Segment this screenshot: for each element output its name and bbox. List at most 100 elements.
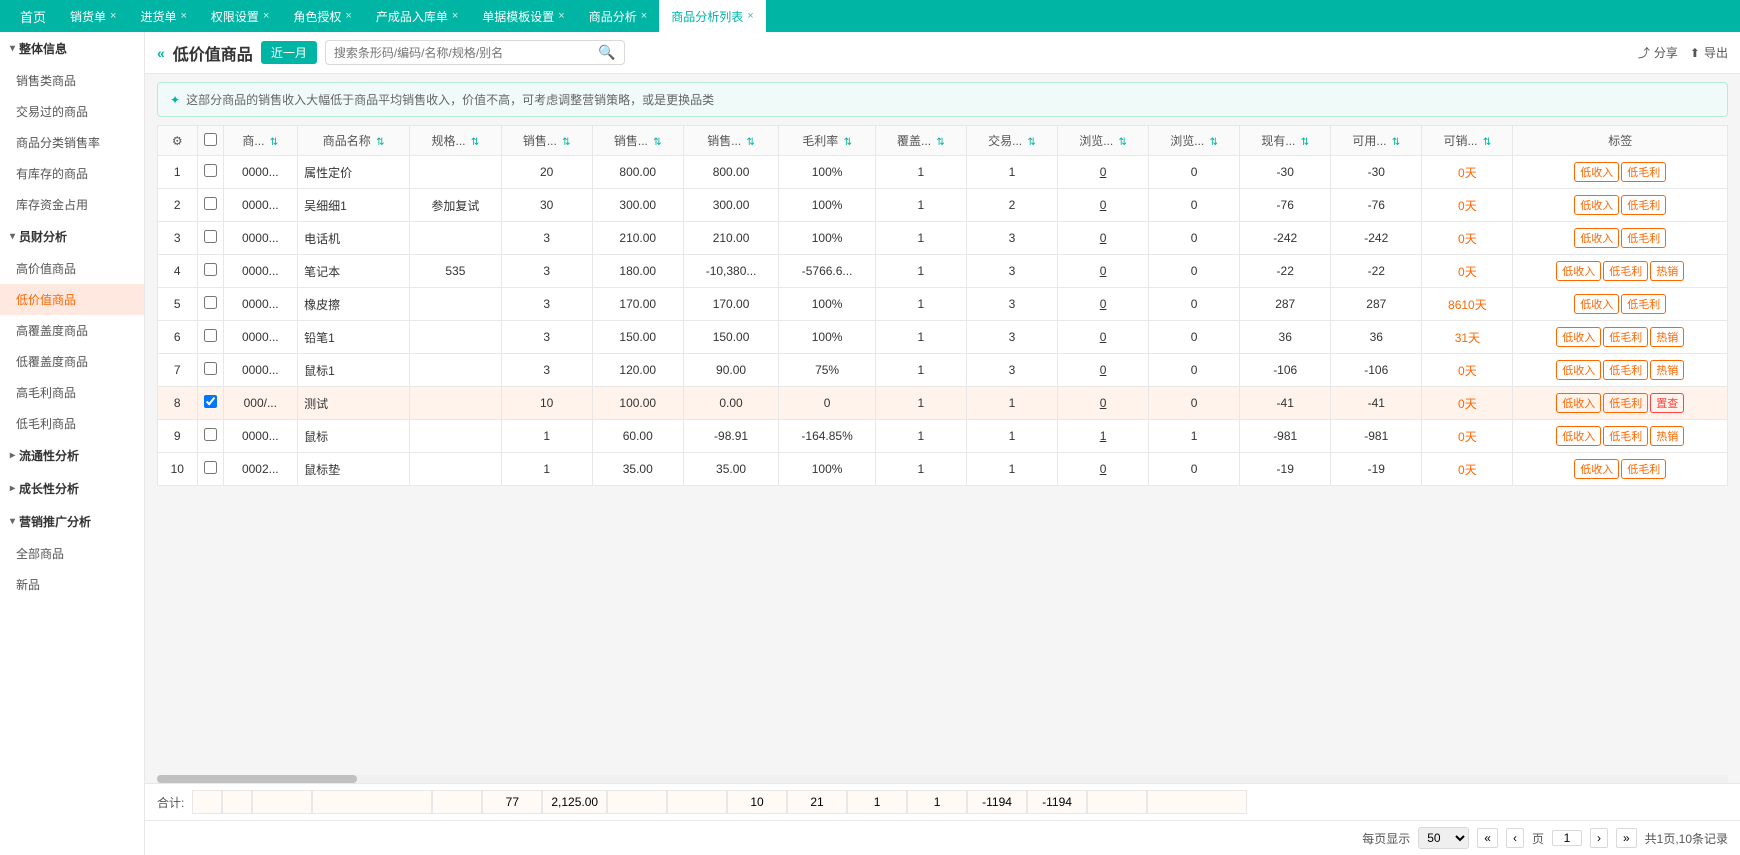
row-spec: 参加复试	[410, 189, 502, 222]
select-all-checkbox[interactable]	[204, 133, 217, 146]
browse1-link[interactable]: 0	[1100, 198, 1107, 212]
col-browse2[interactable]: 浏览... ⇅	[1149, 126, 1240, 156]
col-spec[interactable]: 规格... ⇅	[410, 126, 502, 156]
prev-page-button[interactable]: ‹	[1506, 828, 1524, 848]
row-checkbox[interactable]	[204, 362, 217, 375]
horizontal-scrollbar[interactable]	[157, 775, 1728, 783]
browse1-link[interactable]: 0	[1100, 462, 1107, 476]
col-sales-amount[interactable]: 销售... ⇅	[592, 126, 683, 156]
sidebar-group-overall[interactable]: ▾ 整体信息	[0, 32, 144, 65]
nav-template[interactable]: 单据模板设置 ×	[470, 0, 576, 32]
scrollbar-thumb[interactable]	[157, 775, 357, 783]
nav-close-permission[interactable]: ×	[263, 10, 269, 22]
row-available: 287	[1331, 288, 1422, 321]
sidebar-group-growth[interactable]: ▸ 成长性分析	[0, 472, 144, 505]
row-checkbox-cell	[197, 387, 223, 420]
sidebar-group-liquidity[interactable]: ▸ 流通性分析	[0, 439, 144, 472]
sidebar-group-marketing[interactable]: ▾ 营销推广分析	[0, 505, 144, 538]
sidebar-item-stock-funds[interactable]: 库存资金占用	[0, 189, 144, 220]
nav-home[interactable]: 首页	[8, 0, 58, 32]
share-button[interactable]: ⤴ 分享	[1638, 44, 1678, 61]
browse1-link[interactable]: 0	[1100, 330, 1107, 344]
sidebar-item-new-products[interactable]: 新品	[0, 569, 144, 600]
nav-close-product-analysis[interactable]: ×	[641, 10, 647, 22]
row-checkbox[interactable]	[204, 329, 217, 342]
total-empty3	[252, 790, 312, 814]
nav-close-role[interactable]: ×	[345, 10, 351, 22]
row-checkbox[interactable]	[204, 395, 217, 408]
row-checkbox[interactable]	[204, 296, 217, 309]
next-page-button[interactable]: ›	[1590, 828, 1608, 848]
col-coverage[interactable]: 覆盖... ⇅	[875, 126, 966, 156]
row-checkbox[interactable]	[204, 164, 217, 177]
sidebar-item-low-coverage[interactable]: 低覆盖度商品	[0, 346, 144, 377]
nav-close-product-analysis-list[interactable]: ×	[747, 10, 753, 22]
row-checkbox[interactable]	[204, 461, 217, 474]
row-sales-profit: 35.00	[683, 453, 779, 486]
sidebar-item-sales-products[interactable]: 销售类商品	[0, 65, 144, 96]
sidebar-item-high-value[interactable]: 高价值商品	[0, 253, 144, 284]
tag-低收入: 低收入	[1556, 261, 1601, 281]
col-trade[interactable]: 交易... ⇅	[966, 126, 1057, 156]
col-name[interactable]: 商品名称 ⇅	[298, 126, 410, 156]
row-code: 0000...	[223, 222, 298, 255]
top-nav: 首页 销货单 × 进货单 × 权限设置 × 角色授权 × 产成品入库单 × 单据…	[0, 0, 1740, 32]
sidebar-item-high-coverage[interactable]: 高覆盖度商品	[0, 315, 144, 346]
sidebar-item-stock-products[interactable]: 有库存的商品	[0, 158, 144, 189]
nav-close-template[interactable]: ×	[558, 10, 564, 22]
nav-close-product-entry[interactable]: ×	[452, 10, 458, 22]
export-button[interactable]: ⬆ 导出	[1690, 44, 1728, 61]
col-available[interactable]: 可用... ⇅	[1331, 126, 1422, 156]
page-size-select[interactable]: 50 100 200	[1418, 827, 1469, 849]
nav-purchase-order[interactable]: 进货单 ×	[128, 0, 198, 32]
browse1-link[interactable]: 0	[1100, 363, 1107, 377]
nav-sales-order[interactable]: 销货单 ×	[58, 0, 128, 32]
notice-bar: ✦ 这部分商品的销售收入大幅低于商品平均销售收入，价值不高，可考虑调整营销策略，…	[157, 82, 1728, 117]
row-checkbox[interactable]	[204, 428, 217, 441]
browse1-link[interactable]: 0	[1100, 165, 1107, 179]
nav-close-purchase[interactable]: ×	[180, 10, 186, 22]
nav-permission[interactable]: 权限设置 ×	[199, 0, 281, 32]
browse1-link[interactable]: 1	[1100, 429, 1107, 443]
browse1-link[interactable]: 0	[1100, 396, 1107, 410]
nav-product-analysis-list[interactable]: 商品分析列表 ×	[659, 0, 765, 32]
col-browse1[interactable]: 浏览... ⇅	[1058, 126, 1149, 156]
sidebar-item-low-value[interactable]: 低价值商品	[0, 284, 144, 315]
nav-role[interactable]: 角色授权 ×	[281, 0, 363, 32]
col-sales-qty[interactable]: 销售... ⇅	[501, 126, 592, 156]
sidebar-item-category-sales-rate[interactable]: 商品分类销售率	[0, 127, 144, 158]
sidebar-item-high-margin[interactable]: 高毛利商品	[0, 377, 144, 408]
row-checkbox[interactable]	[204, 230, 217, 243]
row-checkbox[interactable]	[204, 197, 217, 210]
col-margin-rate[interactable]: 毛利率 ⇅	[779, 126, 876, 156]
col-current-stock[interactable]: 现有... ⇅	[1240, 126, 1331, 156]
filter-button[interactable]: 近一月	[261, 41, 317, 64]
row-browse2: 0	[1149, 222, 1240, 255]
col-settings[interactable]: ⚙	[158, 126, 198, 156]
first-page-button[interactable]: «	[1477, 828, 1498, 848]
row-salable-days: 31天	[1422, 321, 1513, 354]
browse1-link[interactable]: 0	[1100, 297, 1107, 311]
sidebar-item-all-products[interactable]: 全部商品	[0, 538, 144, 569]
col-salable[interactable]: 可销... ⇅	[1422, 126, 1513, 156]
col-sales-profit[interactable]: 销售... ⇅	[683, 126, 779, 156]
row-name: 橡皮擦	[298, 288, 410, 321]
collapse-button[interactable]: «	[157, 45, 165, 61]
sidebar-item-low-margin[interactable]: 低毛利商品	[0, 408, 144, 439]
last-page-button[interactable]: »	[1616, 828, 1637, 848]
sidebar-item-traded-products[interactable]: 交易过的商品	[0, 96, 144, 127]
search-icon[interactable]: 🔍	[598, 44, 615, 61]
page-number-input[interactable]	[1552, 830, 1582, 846]
row-checkbox[interactable]	[204, 263, 217, 276]
col-code[interactable]: 商... ⇅	[223, 126, 298, 156]
row-sales-amount: 210.00	[592, 222, 683, 255]
sidebar-group-finance[interactable]: ▾ 员财分析	[0, 220, 144, 253]
tag-低收入: 低收入	[1574, 162, 1619, 182]
browse1-link[interactable]: 0	[1100, 231, 1107, 245]
nav-product-entry[interactable]: 产成品入库单 ×	[364, 0, 470, 32]
search-input[interactable]	[334, 46, 599, 60]
browse1-link[interactable]: 0	[1100, 264, 1107, 278]
row-browse1: 0	[1058, 288, 1149, 321]
nav-close-sales[interactable]: ×	[110, 10, 116, 22]
nav-product-analysis[interactable]: 商品分析 ×	[577, 0, 659, 32]
